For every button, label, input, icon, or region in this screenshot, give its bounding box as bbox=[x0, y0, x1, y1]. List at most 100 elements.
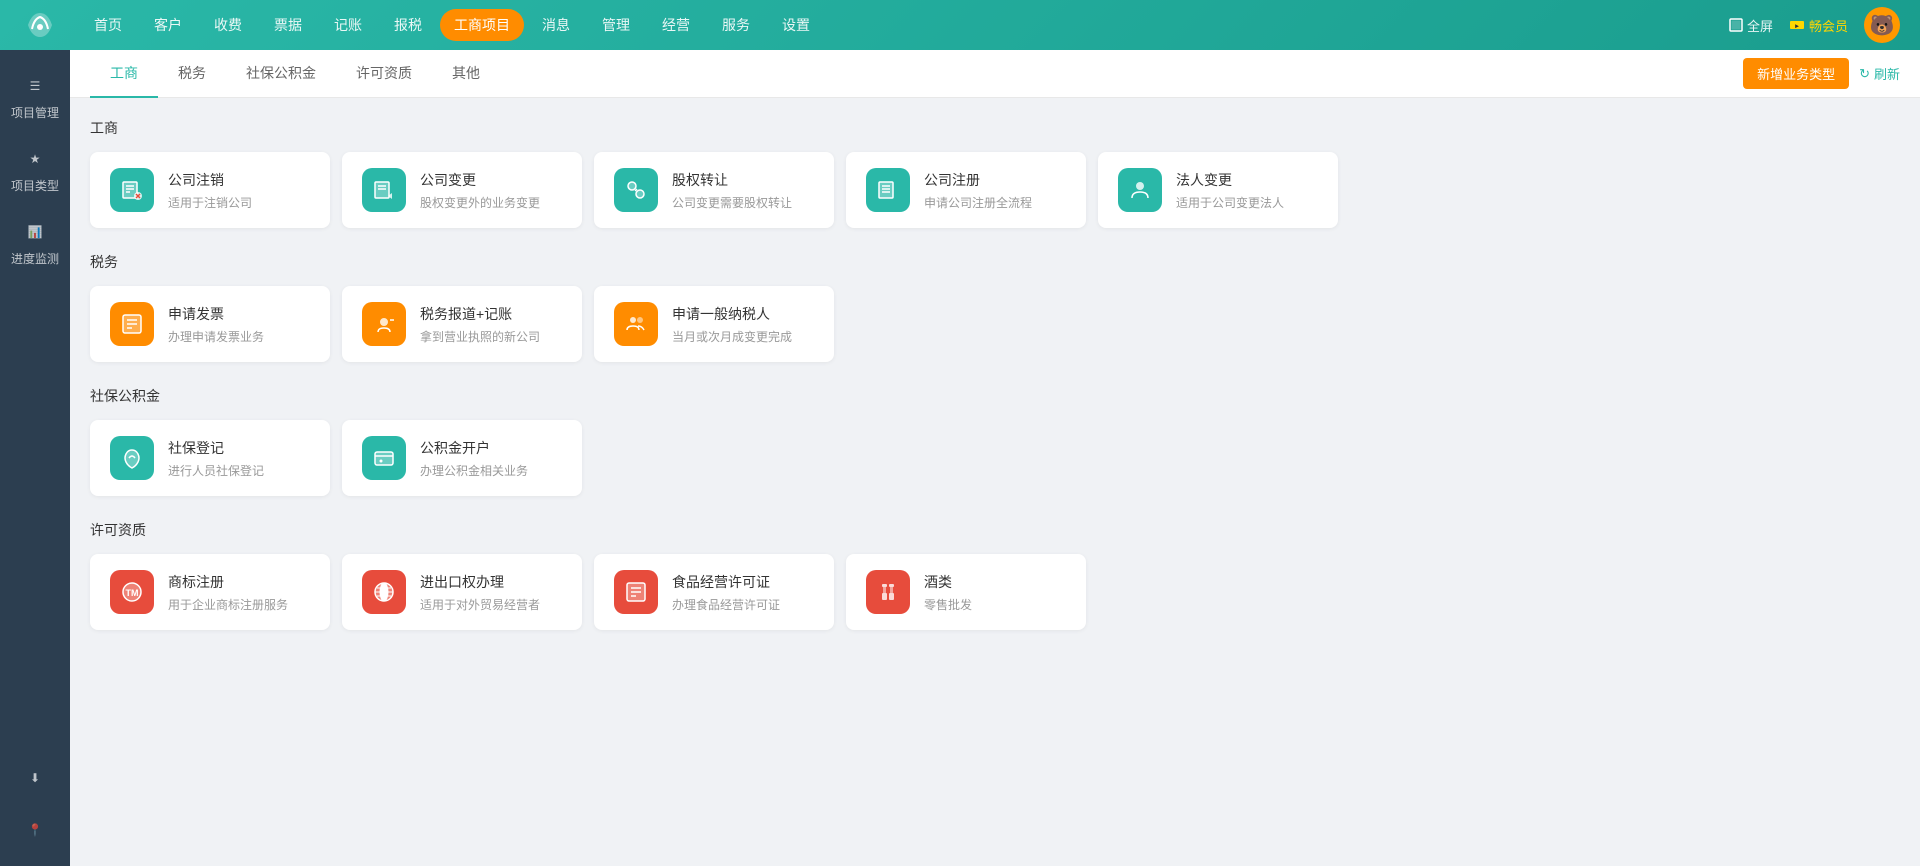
service-card-商标注册[interactable]: TM 商标注册 用于企业商标注册服务 bbox=[90, 554, 330, 630]
card-info: 法人变更 适用于公司变更法人 bbox=[1176, 170, 1284, 211]
card-desc: 适用于对外贸易经营者 bbox=[420, 596, 540, 613]
service-card-进出口权办理[interactable]: 进出口权办理 适用于对外贸易经营者 bbox=[342, 554, 582, 630]
card-desc: 适用于公司变更法人 bbox=[1176, 194, 1284, 211]
card-desc: 进行人员社保登记 bbox=[168, 462, 264, 479]
nav-item-报税[interactable]: 报税 bbox=[380, 9, 436, 41]
tabs-actions: 新增业务类型 ↻ 刷新 bbox=[1743, 58, 1900, 89]
card-info: 股权转让 公司变更需要股权转让 bbox=[672, 170, 792, 211]
svg-text:TM: TM bbox=[126, 588, 139, 598]
service-card-社保登记[interactable]: 社保登记 进行人员社保登记 bbox=[90, 420, 330, 496]
service-card-法人变更[interactable]: 法人变更 适用于公司变更法人 bbox=[1098, 152, 1338, 228]
service-card-酒类[interactable]: 酒类 零售批发 bbox=[846, 554, 1086, 630]
service-card-股权转让[interactable]: 股权转让 公司变更需要股权转让 bbox=[594, 152, 834, 228]
card-info: 税务报道+记账 拿到营业执照的新公司 bbox=[420, 304, 540, 345]
cards-grid-税务: 申请发票 办理申请发票业务 税务报道+记账 拿到营业执照的新公司 申请一般纳税人… bbox=[90, 286, 1900, 362]
service-card-税务报道+记账[interactable]: 税务报道+记账 拿到营业执照的新公司 bbox=[342, 286, 582, 362]
nav-item-服务[interactable]: 服务 bbox=[708, 9, 764, 41]
sidebar-item-项目管理[interactable]: ☰ 项目管理 bbox=[0, 60, 70, 133]
card-title: 商标注册 bbox=[168, 572, 288, 592]
card-info: 申请一般纳税人 当月或次月成变更完成 bbox=[672, 304, 792, 345]
provident-fund-icon bbox=[362, 436, 406, 480]
service-card-申请一般纳税人[interactable]: 申请一般纳税人 当月或次月成变更完成 bbox=[594, 286, 834, 362]
card-title: 申请发票 bbox=[168, 304, 264, 324]
nav-item-票据[interactable]: 票据 bbox=[260, 9, 316, 41]
card-title: 税务报道+记账 bbox=[420, 304, 540, 324]
card-desc: 适用于注销公司 bbox=[168, 194, 252, 211]
tab-许可资质[interactable]: 许可资质 bbox=[336, 50, 432, 98]
cards-grid-工商: 公司注销 适用于注销公司 公司变更 股权变更外的业务变更 股权转让 公司变更需要… bbox=[90, 152, 1900, 228]
fullscreen-button[interactable]: 全屏 bbox=[1729, 16, 1773, 35]
card-info: 商标注册 用于企业商标注册服务 bbox=[168, 572, 288, 613]
nav-item-首页[interactable]: 首页 bbox=[80, 9, 136, 41]
vip-button[interactable]: ▶ 畅会员 bbox=[1789, 16, 1848, 35]
food-license-icon bbox=[614, 570, 658, 614]
nav-item-收费[interactable]: 收费 bbox=[200, 9, 256, 41]
nav-item-经营[interactable]: 经营 bbox=[648, 9, 704, 41]
card-desc: 办理食品经营许可证 bbox=[672, 596, 780, 613]
sidebar-label: 进度监测 bbox=[11, 250, 59, 267]
card-desc: 办理公积金相关业务 bbox=[420, 462, 528, 479]
nav-item-记账[interactable]: 记账 bbox=[320, 9, 376, 41]
service-card-公司变更[interactable]: 公司变更 股权变更外的业务变更 bbox=[342, 152, 582, 228]
service-card-公司注册[interactable]: 公司注册 申请公司注册全流程 bbox=[846, 152, 1086, 228]
sidebar: ☰ 项目管理 ★ 项目类型 📊 进度监测 ⬇📍 bbox=[0, 50, 70, 866]
card-desc: 股权变更外的业务变更 bbox=[420, 194, 540, 211]
company-cancel-icon bbox=[110, 168, 154, 212]
company-register-icon bbox=[866, 168, 910, 212]
section-title-许可资质: 许可资质 bbox=[90, 520, 1900, 540]
section-title-税务: 税务 bbox=[90, 252, 1900, 272]
refresh-button[interactable]: ↻ 刷新 bbox=[1859, 64, 1900, 83]
card-info: 公司注销 适用于注销公司 bbox=[168, 170, 252, 211]
card-title: 公司注销 bbox=[168, 170, 252, 190]
service-card-公积金开户[interactable]: 公积金开户 办理公积金相关业务 bbox=[342, 420, 582, 496]
scroll-content[interactable]: 工商 公司注销 适用于注销公司 公司变更 股权变更外的业务变更 股权转让 公 bbox=[70, 98, 1920, 866]
card-title: 社保登记 bbox=[168, 438, 264, 458]
download-icon[interactable]: ⬇ bbox=[0, 752, 70, 804]
invoice-apply-icon bbox=[110, 302, 154, 346]
card-title: 法人变更 bbox=[1176, 170, 1284, 190]
import-export-icon bbox=[362, 570, 406, 614]
card-info: 进出口权办理 适用于对外贸易经营者 bbox=[420, 572, 540, 613]
equity-transfer-icon bbox=[614, 168, 658, 212]
card-desc: 拿到营业执照的新公司 bbox=[420, 328, 540, 345]
sidebar-bottom: ⬇📍 bbox=[0, 752, 70, 866]
card-desc: 申请公司注册全流程 bbox=[924, 194, 1032, 211]
tab-其他[interactable]: 其他 bbox=[432, 50, 500, 98]
card-info: 公积金开户 办理公积金相关业务 bbox=[420, 438, 528, 479]
card-title: 申请一般纳税人 bbox=[672, 304, 792, 324]
service-card-食品经营许可证[interactable]: 食品经营许可证 办理食品经营许可证 bbox=[594, 554, 834, 630]
nav-items-list: 首页客户收费票据记账报税工商项目消息管理经营服务设置 bbox=[80, 9, 1729, 41]
tab-税务[interactable]: 税务 bbox=[158, 50, 226, 98]
service-card-申请发票[interactable]: 申请发票 办理申请发票业务 bbox=[90, 286, 330, 362]
card-info: 食品经营许可证 办理食品经营许可证 bbox=[672, 572, 780, 613]
card-desc: 用于企业商标注册服务 bbox=[168, 596, 288, 613]
card-title: 公积金开户 bbox=[420, 438, 528, 458]
content-area: 工商税务社保公积金许可资质其他 新增业务类型 ↻ 刷新 工商 公司注销 适用于注… bbox=[70, 50, 1920, 866]
nav-item-工商项目[interactable]: 工商项目 bbox=[440, 9, 524, 41]
nav-item-消息[interactable]: 消息 bbox=[528, 9, 584, 41]
card-info: 申请发票 办理申请发票业务 bbox=[168, 304, 264, 345]
tab-工商[interactable]: 工商 bbox=[90, 50, 158, 98]
section-title-工商: 工商 bbox=[90, 118, 1900, 138]
top-right-actions: 全屏 ▶ 畅会员 🐻 bbox=[1729, 7, 1900, 43]
nav-item-管理[interactable]: 管理 bbox=[588, 9, 644, 41]
svg-text:▶: ▶ bbox=[1795, 24, 1799, 30]
new-type-button[interactable]: 新增业务类型 bbox=[1743, 58, 1849, 89]
liquor-icon bbox=[866, 570, 910, 614]
nav-item-客户[interactable]: 客户 bbox=[140, 9, 196, 41]
tab-社保公积金[interactable]: 社保公积金 bbox=[226, 50, 336, 98]
service-card-公司注销[interactable]: 公司注销 适用于注销公司 bbox=[90, 152, 330, 228]
sidebar-item-项目类型[interactable]: ★ 项目类型 bbox=[0, 133, 70, 206]
sidebar-item-进度监测[interactable]: 📊 进度监测 bbox=[0, 206, 70, 279]
card-title: 进出口权办理 bbox=[420, 572, 540, 592]
card-info: 酒类 零售批发 bbox=[924, 572, 972, 613]
section-title-社保公积金: 社保公积金 bbox=[90, 386, 1900, 406]
nav-item-设置[interactable]: 设置 bbox=[768, 9, 824, 41]
card-info: 公司注册 申请公司注册全流程 bbox=[924, 170, 1032, 211]
section-税务: 税务 申请发票 办理申请发票业务 税务报道+记账 拿到营业执照的新公司 申请一般… bbox=[90, 252, 1900, 362]
main-layout: ☰ 项目管理 ★ 项目类型 📊 进度监测 ⬇📍 工商税务社保公积金许可资质其他 … bbox=[0, 50, 1920, 866]
card-desc: 零售批发 bbox=[924, 596, 972, 613]
location-icon[interactable]: 📍 bbox=[0, 804, 70, 856]
sidebar-label: 项目管理 bbox=[11, 104, 59, 121]
avatar: 🐻 bbox=[1864, 7, 1900, 43]
